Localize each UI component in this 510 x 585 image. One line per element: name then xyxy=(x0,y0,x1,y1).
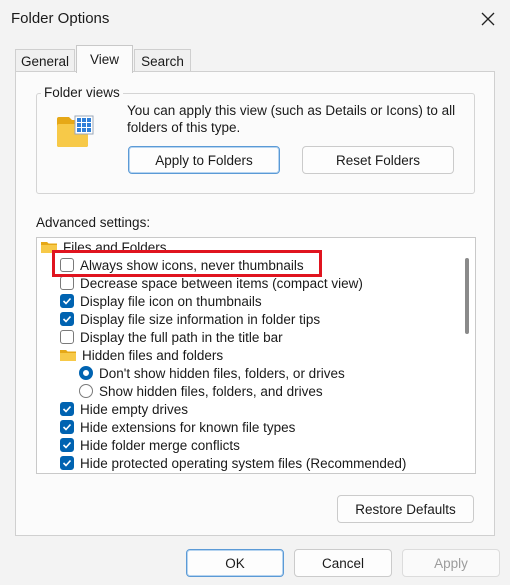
ok-button[interactable]: OK xyxy=(186,549,284,577)
advanced-settings-list[interactable]: Files and Folders Always show icons, nev… xyxy=(36,237,476,474)
checkbox[interactable] xyxy=(60,438,74,452)
checkbox[interactable] xyxy=(60,276,74,290)
list-item-label: Hide protected operating system files (R… xyxy=(80,455,407,471)
apply-button[interactable]: Apply xyxy=(402,549,500,577)
list-item-label: Decrease space between items (compact vi… xyxy=(80,275,363,291)
list-item-label: Display file size information in folder … xyxy=(80,311,321,327)
tab-search[interactable]: Search xyxy=(134,49,191,73)
title-bar: Folder Options xyxy=(0,0,510,38)
checkmark-icon xyxy=(62,315,72,323)
list-item-display-file-icon[interactable]: Display file icon on thumbnails xyxy=(60,292,262,310)
dialog-footer: OK Cancel Apply xyxy=(0,537,510,585)
folder-views-description: You can apply this view (such as Details… xyxy=(127,103,456,135)
cancel-button[interactable]: Cancel xyxy=(294,549,392,577)
list-item-hide-empty-drives[interactable]: Hide empty drives xyxy=(60,400,188,418)
radio-button[interactable] xyxy=(79,366,93,380)
folder-icon xyxy=(60,350,76,361)
list-item-label: Display file icon on thumbnails xyxy=(80,293,262,309)
list-item-label: Always show icons, never thumbnails xyxy=(80,257,304,273)
tab-view-label: View xyxy=(89,52,120,67)
list-item-show-hidden[interactable]: Show hidden files, folders, and drives xyxy=(79,382,323,400)
list-item-hidden-files-and-folders: Hidden files and folders xyxy=(60,346,223,364)
restore-defaults-label: Restore Defaults xyxy=(355,501,456,517)
folder-view-icon xyxy=(57,115,94,147)
list-item-hide-protected-files[interactable]: Hide protected operating system files (R… xyxy=(60,454,406,472)
list-item-dont-show-hidden[interactable]: Don't show hidden files, folders, or dri… xyxy=(79,364,345,382)
checkbox[interactable] xyxy=(60,294,74,308)
list-item-label: Hidden files and folders xyxy=(82,347,224,363)
list-scrollbar[interactable] xyxy=(458,238,475,473)
reset-folders-label: Reset Folders xyxy=(335,152,421,168)
checkbox[interactable] xyxy=(60,330,74,344)
checkmark-icon xyxy=(62,423,72,431)
checkbox[interactable] xyxy=(60,258,74,272)
list-item-label: Display the full path in the title bar xyxy=(80,329,283,345)
ok-label: OK xyxy=(225,555,245,571)
list-item-display-full-path[interactable]: Display the full path in the title bar xyxy=(60,328,283,346)
list-item-label: Files and Folders xyxy=(63,239,167,255)
tab-general-label: General xyxy=(20,54,70,69)
list-item-label: Don't show hidden files, folders, or dri… xyxy=(99,365,345,381)
apply-label: Apply xyxy=(434,555,468,571)
checkbox[interactable] xyxy=(60,420,74,434)
window-title: Folder Options xyxy=(11,10,110,27)
checkbox[interactable] xyxy=(60,456,74,470)
advanced-settings-label: Advanced settings: xyxy=(36,215,151,230)
checkmark-icon xyxy=(62,441,72,449)
list-item-label: Show hidden files, folders, and drives xyxy=(99,383,323,399)
folder-icon xyxy=(41,242,57,253)
list-item-label: Hide folder merge conflicts xyxy=(80,437,240,453)
checkmark-icon xyxy=(62,459,72,467)
apply-to-folders-button[interactable]: Apply to Folders xyxy=(128,146,280,174)
list-item-label: Hide extensions for known file types xyxy=(80,419,296,435)
list-item-hide-extensions[interactable]: Hide extensions for known file types xyxy=(60,418,295,436)
checkmark-icon xyxy=(62,405,72,413)
list-item-hide-merge-conflicts[interactable]: Hide folder merge conflicts xyxy=(60,436,240,454)
checkmark-icon xyxy=(62,297,72,305)
tab-search-label: Search xyxy=(141,54,184,69)
list-item-always-show-icons[interactable]: Always show icons, never thumbnails xyxy=(60,256,304,274)
restore-defaults-button[interactable]: Restore Defaults xyxy=(337,495,474,523)
close-button[interactable] xyxy=(472,4,504,34)
reset-folders-button[interactable]: Reset Folders xyxy=(302,146,454,174)
list-item-label: Hide empty drives xyxy=(80,401,189,417)
tab-general[interactable]: General xyxy=(15,49,75,73)
checkbox[interactable] xyxy=(60,402,74,416)
list-item-decrease-space[interactable]: Decrease space between items (compact vi… xyxy=(60,274,363,292)
checkbox[interactable] xyxy=(60,312,74,326)
tab-view[interactable]: View xyxy=(76,45,133,73)
apply-to-folders-label: Apply to Folders xyxy=(155,152,253,168)
cancel-label: Cancel xyxy=(321,555,365,571)
folder-views-label: Folder views xyxy=(41,85,123,100)
list-item-files-and-folders: Files and Folders xyxy=(41,238,167,256)
close-icon xyxy=(481,12,495,26)
list-item-display-file-size[interactable]: Display file size information in folder … xyxy=(60,310,320,328)
scrollbar-thumb[interactable] xyxy=(465,258,469,334)
radio-button[interactable] xyxy=(79,384,93,398)
